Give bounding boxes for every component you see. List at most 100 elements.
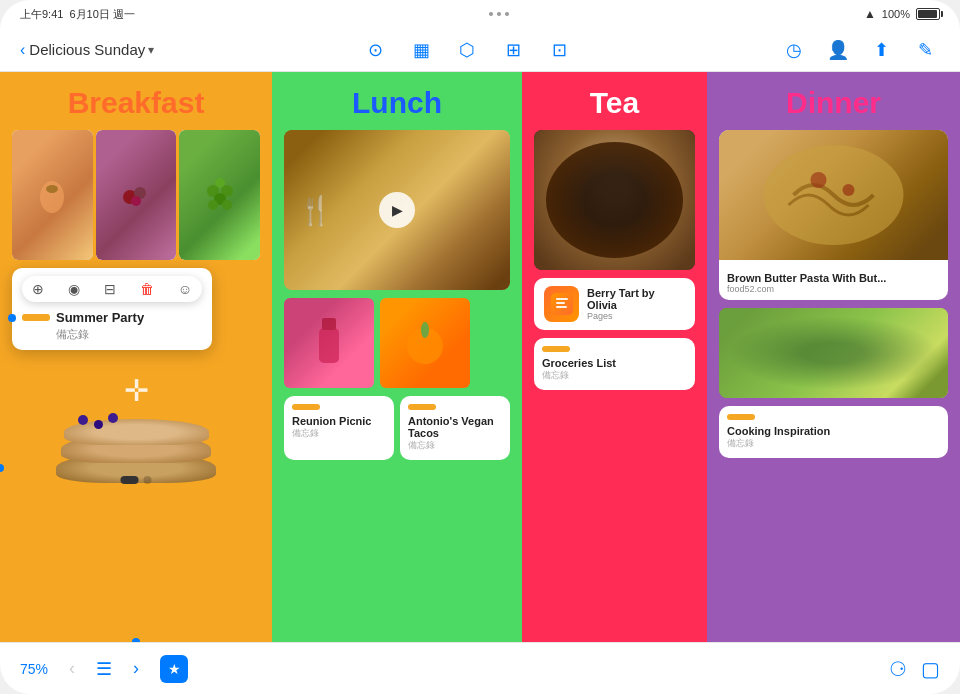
reunion-subtitle: 備忘錄: [292, 427, 386, 440]
lunch-column[interactable]: Lunch 🍴 ▶: [272, 72, 522, 642]
nav-next-button[interactable]: ›: [122, 655, 150, 683]
lunch-notes: Reunion Picnic 備忘錄 Antonio's Vegan Tacos…: [284, 396, 510, 460]
highlight-icon[interactable]: ⊙: [361, 36, 389, 64]
image-icon[interactable]: ⊡: [545, 36, 573, 64]
play-button[interactable]: ▶: [379, 192, 415, 228]
svg-point-21: [843, 184, 855, 196]
status-date: 6月10日 週一: [69, 7, 134, 22]
share-icon[interactable]: ⬆: [868, 36, 896, 64]
cooking-subtitle: 備忘錄: [727, 437, 940, 450]
pages-icon: [544, 286, 579, 322]
markup-icon[interactable]: ⚆: [889, 657, 907, 681]
main-toolbar: ‹ Delicious Sunday ▾ ⊙ ▦ ⬡ ⊞ ⊡ ◷ 👤 ⬆ ✎: [0, 28, 960, 72]
toolbar-right: ◷ 👤 ⬆ ✎: [780, 36, 940, 64]
berry-tart-info: Berry Tart by Olivia Pages: [587, 287, 685, 321]
pasta-photo: [719, 130, 948, 260]
clock-icon[interactable]: ◷: [780, 36, 808, 64]
star-icon: ★: [168, 661, 181, 677]
smoothie-photo[interactable]: [284, 298, 374, 388]
outline-button[interactable]: ☰: [96, 658, 112, 680]
pagination: [121, 476, 152, 484]
resize-handle-left[interactable]: [0, 464, 4, 472]
bottom-toolbar: 75% ‹ ☰ › ★ ⚆ ▢: [0, 642, 960, 694]
delete-icon[interactable]: 🗑: [140, 281, 154, 297]
nav-prev-button[interactable]: ‹: [58, 655, 86, 683]
pancake-area[interactable]: ✛: [12, 358, 260, 488]
status-left: 上午9:41 6月10日 週一: [20, 7, 135, 22]
move-icon: ✛: [124, 373, 149, 408]
summer-party-card[interactable]: ⊕ ◉ ⊟ 🗑 ☺ Summer Party 備忘錄: [12, 268, 212, 350]
groceries-card[interactable]: Groceries List 備忘錄: [534, 338, 695, 390]
edit-icon[interactable]: ✎: [912, 36, 940, 64]
svg-point-14: [421, 322, 429, 338]
columns-container: Breakfast: [0, 72, 960, 642]
tea-column[interactable]: Tea: [522, 72, 707, 642]
cooking-title: Cooking Inspiration: [727, 425, 940, 437]
orange-photo[interactable]: [380, 298, 470, 388]
status-bar: 上午9:41 6月10日 週一 ▲ 100%: [0, 0, 960, 28]
berry-tart-title: Berry Tart by Olivia: [587, 287, 685, 311]
table-icon[interactable]: ▦: [407, 36, 435, 64]
status-right: ▲ 100%: [864, 7, 940, 21]
pasta-card[interactable]: Brown Butter Pasta With But... food52.co…: [719, 130, 948, 300]
main-canvas: Breakfast: [0, 72, 960, 642]
present-icon[interactable]: ▢: [921, 657, 940, 681]
svg-point-10: [222, 200, 232, 210]
note-yellow-bar: [22, 314, 50, 321]
eye-icon[interactable]: ◉: [68, 281, 80, 297]
svg-point-1: [46, 185, 58, 193]
breakfast-photos: [12, 130, 260, 260]
svg-point-20: [811, 172, 827, 188]
lunch-title: Lunch: [284, 86, 510, 120]
note-bar-yellow4: [727, 414, 755, 420]
back-chevron-icon[interactable]: ‹: [20, 41, 25, 59]
emoji-icon[interactable]: ☺: [178, 281, 192, 297]
card-subtitle: 備忘錄: [56, 327, 202, 342]
status-center-dots: [489, 12, 509, 16]
svg-rect-11: [319, 328, 339, 363]
berry-tart-card[interactable]: Berry Tart by Olivia Pages: [534, 278, 695, 330]
galette-photo[interactable]: [534, 130, 695, 270]
duplicate-icon[interactable]: ⊟: [104, 281, 116, 297]
breakfast-title: Breakfast: [12, 86, 260, 120]
card-indicator-dot: [8, 314, 16, 322]
wifi-icon: ▲: [864, 7, 876, 21]
svg-rect-17: [556, 302, 565, 304]
svg-rect-18: [556, 306, 567, 308]
groceries-title: Groceries List: [542, 357, 687, 369]
document-title: Delicious Sunday: [29, 41, 145, 58]
collab-icon[interactable]: 👤: [824, 36, 852, 64]
dinner-column[interactable]: Dinner Brown: [707, 72, 960, 642]
status-time: 上午9:41: [20, 7, 63, 22]
grapes-photo[interactable]: [179, 130, 260, 260]
title-dropdown-arrow[interactable]: ▾: [148, 43, 154, 57]
zoom-level[interactable]: 75%: [20, 661, 48, 677]
tacos-title: Antonio's Vegan Tacos: [408, 415, 502, 439]
folder-icon[interactable]: ⬡: [453, 36, 481, 64]
grid-icon[interactable]: ⊞: [499, 36, 527, 64]
add-icon[interactable]: ⊕: [32, 281, 44, 297]
reunion-picnic-card[interactable]: Reunion Picnic 備忘錄: [284, 396, 394, 460]
pasta-title: Brown Butter Pasta With But...: [727, 272, 940, 284]
card-toolbar: ⊕ ◉ ⊟ 🗑 ☺: [22, 276, 202, 302]
svg-rect-12: [322, 318, 336, 330]
back-button[interactable]: Delicious Sunday ▾: [29, 41, 154, 58]
pancake-image: ✛: [46, 363, 226, 483]
svg-point-9: [208, 200, 218, 210]
card-title: Summer Party: [56, 310, 144, 325]
resize-handle-bottom[interactable]: [132, 638, 140, 642]
star-button[interactable]: ★: [160, 655, 188, 683]
dinner-title: Dinner: [719, 86, 948, 120]
berries-photo[interactable]: [96, 130, 177, 260]
breakfast-column[interactable]: Breakfast: [0, 72, 272, 642]
battery-label: 100%: [882, 8, 910, 20]
reunion-title: Reunion Picnic: [292, 415, 386, 427]
cooking-inspiration-card[interactable]: Cooking Inspiration 備忘錄: [719, 406, 948, 458]
taco-photo[interactable]: 🍴 ▶: [284, 130, 510, 290]
salad-photo[interactable]: [719, 308, 948, 398]
vegan-tacos-card[interactable]: Antonio's Vegan Tacos 備忘錄: [400, 396, 510, 460]
groceries-subtitle: 備忘錄: [542, 369, 687, 382]
bottom-right: ⚆ ▢: [889, 657, 940, 681]
papaya-photo[interactable]: [12, 130, 93, 260]
tea-title: Tea: [534, 86, 695, 120]
